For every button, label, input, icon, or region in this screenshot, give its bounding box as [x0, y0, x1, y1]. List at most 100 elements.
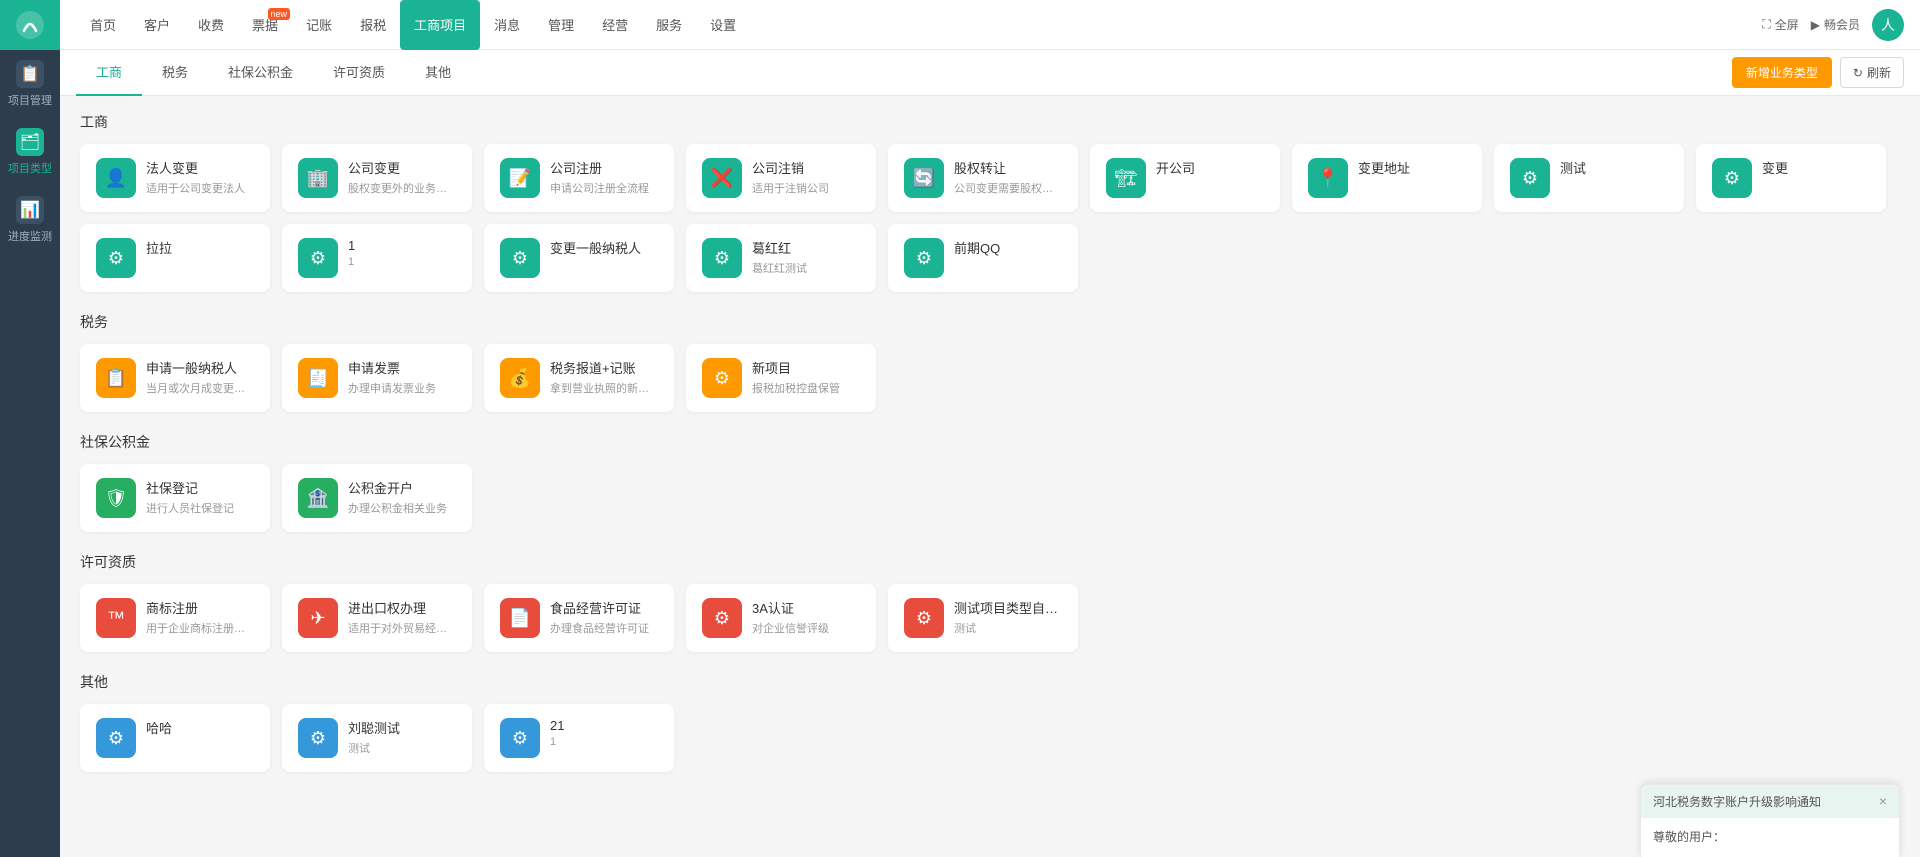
refresh-button[interactable]: ↻ 刷新: [1840, 57, 1904, 88]
card-tax-report-accounting[interactable]: 💰 税务报道+记账 拿到营业执照的新公司: [484, 344, 674, 412]
notification-panel: 河北税务数字账户升级影响通知 × 尊敬的用户：: [1640, 784, 1900, 857]
card-info-company-change: 公司变更 股权变更外的业务变更: [348, 158, 456, 196]
nav-invoice[interactable]: 票据 new: [238, 0, 292, 50]
card-icon-fund-open: 🏦: [298, 478, 338, 518]
nav-settings[interactable]: 设置: [696, 0, 750, 50]
card-lala[interactable]: ⚙ 拉拉: [80, 224, 270, 292]
card-icon-num21: ⚙: [500, 718, 540, 758]
card-icon-apply-invoice: 🧾: [298, 358, 338, 398]
nav-accounting[interactable]: 记账: [292, 0, 346, 50]
sidebar-item-project-manage[interactable]: 📋 项目管理: [0, 50, 60, 118]
card-info-change-address: 变更地址: [1358, 158, 1466, 180]
card-icon-qq-early: ⚙: [904, 238, 944, 278]
card-info-apply-invoice: 申请发票 办理申请发票业务: [348, 358, 456, 396]
card-icon-liu-cong-test: ⚙: [298, 718, 338, 758]
card-icon-open-company: 🏗: [1106, 158, 1146, 198]
card-company-cancel[interactable]: ❌ 公司注销 适用于注销公司: [686, 144, 876, 212]
card-legal-change[interactable]: 👤 法人变更 适用于公司变更法人: [80, 144, 270, 212]
license-cards-grid: ™ 商标注册 用于企业商标注册服务 ✈ 进出口权办理 适用于对外贸易经营者: [80, 584, 1900, 652]
card-icon-food-license: 📄: [500, 598, 540, 638]
top-navigation: 首页 客户 收费 票据 new 记账 报税 工商项目 消息 管理 经营: [60, 0, 1920, 50]
fullscreen-icon: ⛶: [1762, 17, 1770, 32]
card-social-register[interactable]: 🛡 社保登记 进行人员社保登记: [80, 464, 270, 532]
sidebar-item-label: 进度监测: [8, 228, 52, 244]
social-cards-grid: 🛡 社保登记 进行人员社保登记 🏦 公积金开户 办理公积金相关业务: [80, 464, 1900, 532]
card-num21[interactable]: ⚙ 21 1: [484, 704, 674, 772]
card-change-address[interactable]: 📍 变更地址: [1292, 144, 1482, 212]
card-info-change-taxpayer: 变更一般纳税人: [550, 238, 658, 260]
card-info-ha-ha: 哈哈: [146, 718, 254, 740]
nav-operation[interactable]: 经营: [588, 0, 642, 50]
new-type-button[interactable]: 新增业务类型: [1732, 57, 1832, 88]
card-test-type-def[interactable]: ⚙ 测试项目类型自定义 测试: [888, 584, 1078, 652]
tab-social[interactable]: 社保公积金: [208, 50, 313, 96]
card-info-tax-report-accounting: 税务报道+记账 拿到营业执照的新公司: [550, 358, 658, 396]
card-fund-open[interactable]: 🏦 公积金开户 办理公积金相关业务: [282, 464, 472, 532]
tab-license[interactable]: 许可资质: [313, 50, 405, 96]
fullscreen-button[interactable]: ⛶ 全屏: [1762, 16, 1798, 33]
card-change1[interactable]: ⚙ 变更: [1696, 144, 1886, 212]
card-info-test-type-def: 测试项目类型自定义 测试: [954, 598, 1062, 636]
card-info-ge-hong-hong: 葛红红 葛红红测试: [752, 238, 860, 276]
nav-home[interactable]: 首页: [76, 0, 130, 50]
card-qq-early[interactable]: ⚙ 前期QQ: [888, 224, 1078, 292]
card-company-change[interactable]: 🏢 公司变更 股权变更外的业务变更: [282, 144, 472, 212]
card-info-open-company: 开公司: [1156, 158, 1264, 180]
nav-message[interactable]: 消息: [480, 0, 534, 50]
card-apply-invoice[interactable]: 🧾 申请发票 办理申请发票业务: [282, 344, 472, 412]
card-3a-cert[interactable]: ⚙ 3A认证 对企业信誉评级: [686, 584, 876, 652]
nav-service[interactable]: 服务: [642, 0, 696, 50]
tab-tax[interactable]: 税务: [142, 50, 208, 96]
card-ge-hong-hong[interactable]: ⚙ 葛红红 葛红红测试: [686, 224, 876, 292]
content-area: 工商 税务 社保公积金 许可资质 其他 新增业务类: [60, 50, 1920, 857]
card-info-liu-cong-test: 刘聪测试 测试: [348, 718, 456, 756]
tab-industry[interactable]: 工商: [76, 50, 142, 96]
card-import-export[interactable]: ✈ 进出口权办理 适用于对外贸易经营者: [282, 584, 472, 652]
card-ha-ha[interactable]: ⚙ 哈哈: [80, 704, 270, 772]
card-icon-ha-ha: ⚙: [96, 718, 136, 758]
card-info-trademark-register: 商标注册 用于企业商标注册服务: [146, 598, 254, 636]
card-info-change1: 变更: [1762, 158, 1870, 180]
nav-customer[interactable]: 客户: [130, 0, 184, 50]
nav-billing[interactable]: 收费: [184, 0, 238, 50]
card-info-num1: 1 1: [348, 238, 456, 268]
sidebar-logo[interactable]: [0, 0, 60, 50]
card-icon-num1: ⚙: [298, 238, 338, 278]
card-info-qq-early: 前期QQ: [954, 238, 1062, 260]
card-trademark-register[interactable]: ™ 商标注册 用于企业商标注册服务: [80, 584, 270, 652]
card-company-register[interactable]: 📝 公司注册 申请公司注册全流程: [484, 144, 674, 212]
card-new-project[interactable]: ⚙ 新项目 报税加税控盘保管: [686, 344, 876, 412]
card-num1[interactable]: ⚙ 1 1: [282, 224, 472, 292]
card-info-lala: 拉拉: [146, 238, 254, 260]
card-liu-cong-test[interactable]: ⚙ 刘聪测试 测试: [282, 704, 472, 772]
member-button[interactable]: ▶ 畅会员: [1811, 16, 1860, 33]
other-section-title: 其他: [80, 672, 1900, 692]
notification-title: 河北税务数字账户升级影响通知: [1653, 793, 1821, 810]
card-icon-company-cancel: ❌: [702, 158, 742, 198]
tab-bar-left: 工商 税务 社保公积金 许可资质 其他: [76, 50, 471, 96]
card-change-taxpayer[interactable]: ⚙ 变更一般纳税人: [484, 224, 674, 292]
card-open-company[interactable]: 🏗 开公司: [1090, 144, 1280, 212]
project-type-icon: 🗂: [16, 128, 44, 156]
card-apply-taxpayer[interactable]: 📋 申请一般纳税人 当月或次月成变更完成: [80, 344, 270, 412]
card-info-company-cancel: 公司注销 适用于注销公司: [752, 158, 860, 196]
card-equity-transfer[interactable]: 🔄 股权转让 公司变更需要股权转让: [888, 144, 1078, 212]
sidebar-item-label: 项目类型: [8, 160, 52, 176]
nav-industry[interactable]: 工商项目: [400, 0, 480, 50]
card-food-license[interactable]: 📄 食品经营许可证 办理食品经营许可证: [484, 584, 674, 652]
tab-other[interactable]: 其他: [405, 50, 471, 96]
user-avatar[interactable]: 人: [1872, 9, 1904, 41]
nav-manage[interactable]: 管理: [534, 0, 588, 50]
sidebar-item-progress-monitor[interactable]: 📊 进度监测: [0, 186, 60, 254]
card-icon-ge-hong-hong: ⚙: [702, 238, 742, 278]
card-icon-social-register: 🛡: [96, 478, 136, 518]
sidebar-item-project-type[interactable]: 🗂 项目类型: [0, 118, 60, 186]
license-section-title: 许可资质: [80, 552, 1900, 572]
card-info-food-license: 食品经营许可证 办理食品经营许可证: [550, 598, 658, 636]
notification-close-button[interactable]: ×: [1879, 793, 1887, 809]
card-test1[interactable]: ⚙ 测试: [1494, 144, 1684, 212]
card-info-test1: 测试: [1560, 158, 1668, 180]
tab-bar: 工商 税务 社保公积金 许可资质 其他 新增业务类: [60, 50, 1920, 96]
card-icon-company-register: 📝: [500, 158, 540, 198]
nav-tax[interactable]: 报税: [346, 0, 400, 50]
